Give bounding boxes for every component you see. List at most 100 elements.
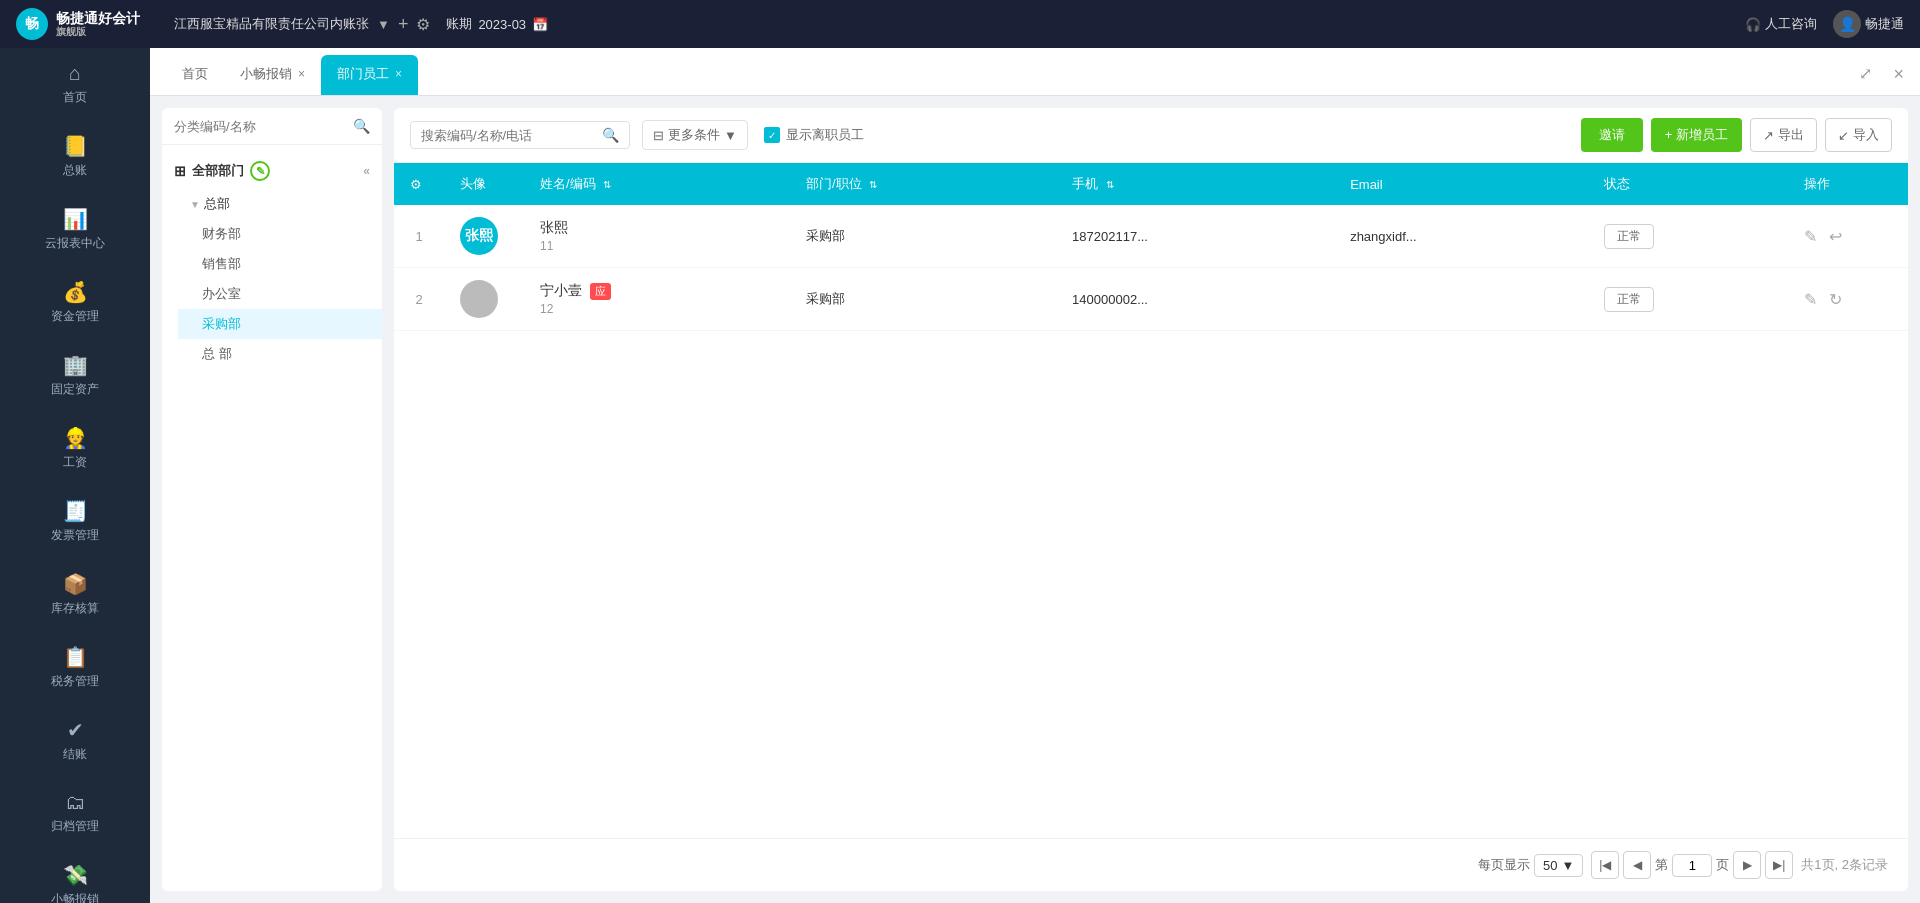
reports-icon: 📊	[63, 207, 88, 231]
sidebar-item-payroll[interactable]: 👷 工资	[0, 412, 150, 485]
sidebar-item-label: 云报表中心	[45, 235, 105, 252]
more-icon[interactable]: ↩	[1829, 227, 1842, 246]
tab-employees[interactable]: 部门员工 ×	[321, 55, 418, 95]
export-button[interactable]: ↗ 导出	[1750, 118, 1817, 152]
page-last-button[interactable]: ▶|	[1765, 851, 1793, 879]
col-settings[interactable]: ⚙	[394, 163, 444, 205]
page-size-value: 50	[1543, 858, 1557, 873]
export-icon: ↗	[1763, 128, 1774, 143]
dept-item-sales-label: 销售部	[202, 256, 241, 271]
sidebar-item-home[interactable]: ⌂ 首页	[0, 48, 150, 120]
calendar-icon[interactable]: 📅	[532, 17, 548, 32]
tab-employees-close[interactable]: ×	[395, 67, 402, 81]
sidebar-item-label: 发票管理	[51, 527, 99, 544]
dept-search: 🔍	[162, 108, 382, 145]
company-dropdown-arrow[interactable]: ▼	[377, 17, 390, 32]
filter-button[interactable]: ⊟ 更多条件 ▼	[642, 120, 748, 150]
dept-all-button[interactable]: ⊞ 全部部门 ✎ «	[162, 153, 382, 189]
checkout-icon: ✔	[67, 718, 84, 742]
status-cell: 正常	[1588, 205, 1788, 268]
inventory-icon: 📦	[63, 572, 88, 596]
main-layout: ⌂ 首页 📒 总账 📊 云报表中心 💰 资金管理 🏢 固定资产 👷 工资 🧾 发…	[0, 48, 1920, 903]
service-button[interactable]: 🎧 人工咨询	[1745, 15, 1817, 33]
expand-icon[interactable]: ⤢	[1859, 64, 1872, 83]
page-input[interactable]	[1672, 854, 1712, 877]
sidebar-item-ledger[interactable]: 📒 总账	[0, 120, 150, 193]
logo-text: 畅捷通好会计 旗舰版	[56, 10, 140, 39]
sidebar-item-reports[interactable]: 📊 云报表中心	[0, 193, 150, 266]
page-size-dropdown[interactable]: 50 ▼	[1534, 854, 1583, 877]
tab-home[interactable]: 首页	[166, 55, 224, 95]
company-selector[interactable]: 江西服宝精品有限责任公司内账张 ▼	[174, 15, 390, 33]
invoice-icon: 🧾	[63, 499, 88, 523]
sidebar-item-checkout[interactable]: ✔ 结账	[0, 704, 150, 777]
sidebar-item-tax[interactable]: 📋 税务管理	[0, 631, 150, 704]
close-tab-icon[interactable]: ×	[1893, 63, 1904, 84]
avatar: 张熙	[460, 217, 498, 255]
sidebar-item-label: 库存核算	[51, 600, 99, 617]
col-dept-position[interactable]: 部门/职位 ⇅	[790, 163, 1056, 205]
status-badge: 正常	[1604, 287, 1654, 312]
tab-expense[interactable]: 小畅报销 ×	[224, 55, 321, 95]
sidebar-item-invoice[interactable]: 🧾 发票管理	[0, 485, 150, 558]
sidebar-item-fixed-assets[interactable]: 🏢 固定资产	[0, 339, 150, 412]
logo: 畅 畅捷通好会计 旗舰版	[16, 8, 166, 40]
filter-arrow-icon: ▼	[724, 128, 737, 143]
dept-item-general[interactable]: 总 部	[178, 339, 382, 369]
page-navigation: |◀ ◀ 第 页 ▶ ▶|	[1591, 851, 1793, 879]
dept-item-office[interactable]: 办公室	[178, 279, 382, 309]
email-cell	[1334, 268, 1588, 331]
avatar-cell	[444, 268, 524, 331]
action-icons: ✎ ↻	[1804, 290, 1892, 309]
avatar: 👤	[1833, 10, 1861, 38]
sidebar-item-expense[interactable]: 💸 小畅报销	[0, 849, 150, 903]
page-first-button[interactable]: |◀	[1591, 851, 1619, 879]
settings-icon[interactable]: ⚙	[416, 15, 430, 34]
user-name: 畅捷通	[1865, 15, 1904, 33]
import-button[interactable]: ↙ 导入	[1825, 118, 1892, 152]
col-name-code[interactable]: 姓名/编码 ⇅	[524, 163, 790, 205]
sidebar-item-label: 小畅报销	[51, 891, 99, 903]
filter-label: 更多条件	[668, 126, 720, 144]
invite-button[interactable]: 邀请	[1581, 118, 1643, 152]
sidebar-item-capital[interactable]: 💰 资金管理	[0, 266, 150, 339]
sidebar-item-label: 税务管理	[51, 673, 99, 690]
employee-search-input[interactable]	[421, 128, 596, 143]
add-employee-button[interactable]: + 新增员工	[1651, 118, 1742, 152]
user-menu[interactable]: 👤 畅捷通	[1833, 10, 1904, 38]
col-phone[interactable]: 手机 ⇅	[1056, 163, 1334, 205]
dept-edit-button[interactable]: ✎	[250, 161, 270, 181]
dept-item-sales[interactable]: 销售部	[178, 249, 382, 279]
row-number: 2	[394, 268, 444, 331]
add-company-button[interactable]: +	[398, 14, 409, 35]
home-icon: ⌂	[69, 62, 81, 85]
logo-icon: 畅	[16, 8, 48, 40]
show-resigned-toggle[interactable]: ✓ 显示离职员工	[764, 126, 864, 144]
edit-icon[interactable]: ✎	[1804, 290, 1817, 309]
fixed-assets-icon: 🏢	[63, 353, 88, 377]
sort-name-icon: ⇅	[603, 179, 611, 190]
dept-search-input[interactable]	[174, 119, 353, 134]
sidebar-item-archive[interactable]: 🗂 归档管理	[0, 777, 150, 849]
phone-cell: 187202117...	[1056, 205, 1334, 268]
edit-icon[interactable]: ✎	[1804, 227, 1817, 246]
dept-item-finance[interactable]: 财务部	[178, 219, 382, 249]
tab-expense-label: 小畅报销	[240, 65, 292, 83]
dept-search-icon[interactable]: 🔍	[353, 118, 370, 134]
expense-icon: 💸	[63, 863, 88, 887]
sidebar-item-label: 首页	[63, 89, 87, 106]
dept-item-purchase[interactable]: 采购部	[178, 309, 382, 339]
page-next-button[interactable]: ▶	[1733, 851, 1761, 879]
employee-name: 张熙	[540, 219, 774, 237]
show-resigned-checkbox[interactable]: ✓	[764, 127, 780, 143]
sidebar-item-inventory[interactable]: 📦 库存核算	[0, 558, 150, 631]
export-label: 导出	[1778, 126, 1804, 144]
search-icon[interactable]: 🔍	[602, 127, 619, 143]
tab-expense-close[interactable]: ×	[298, 67, 305, 81]
dept-section-general[interactable]: ▼ 总部	[178, 189, 382, 219]
status-badge: 正常	[1604, 224, 1654, 249]
topbar: 畅 畅捷通好会计 旗舰版 江西服宝精品有限责任公司内账张 ▼ + ⚙ 账期 20…	[0, 0, 1920, 48]
more-icon[interactable]: ↻	[1829, 290, 1842, 309]
page-prev-button[interactable]: ◀	[1623, 851, 1651, 879]
dept-collapse-button[interactable]: «	[363, 164, 370, 178]
